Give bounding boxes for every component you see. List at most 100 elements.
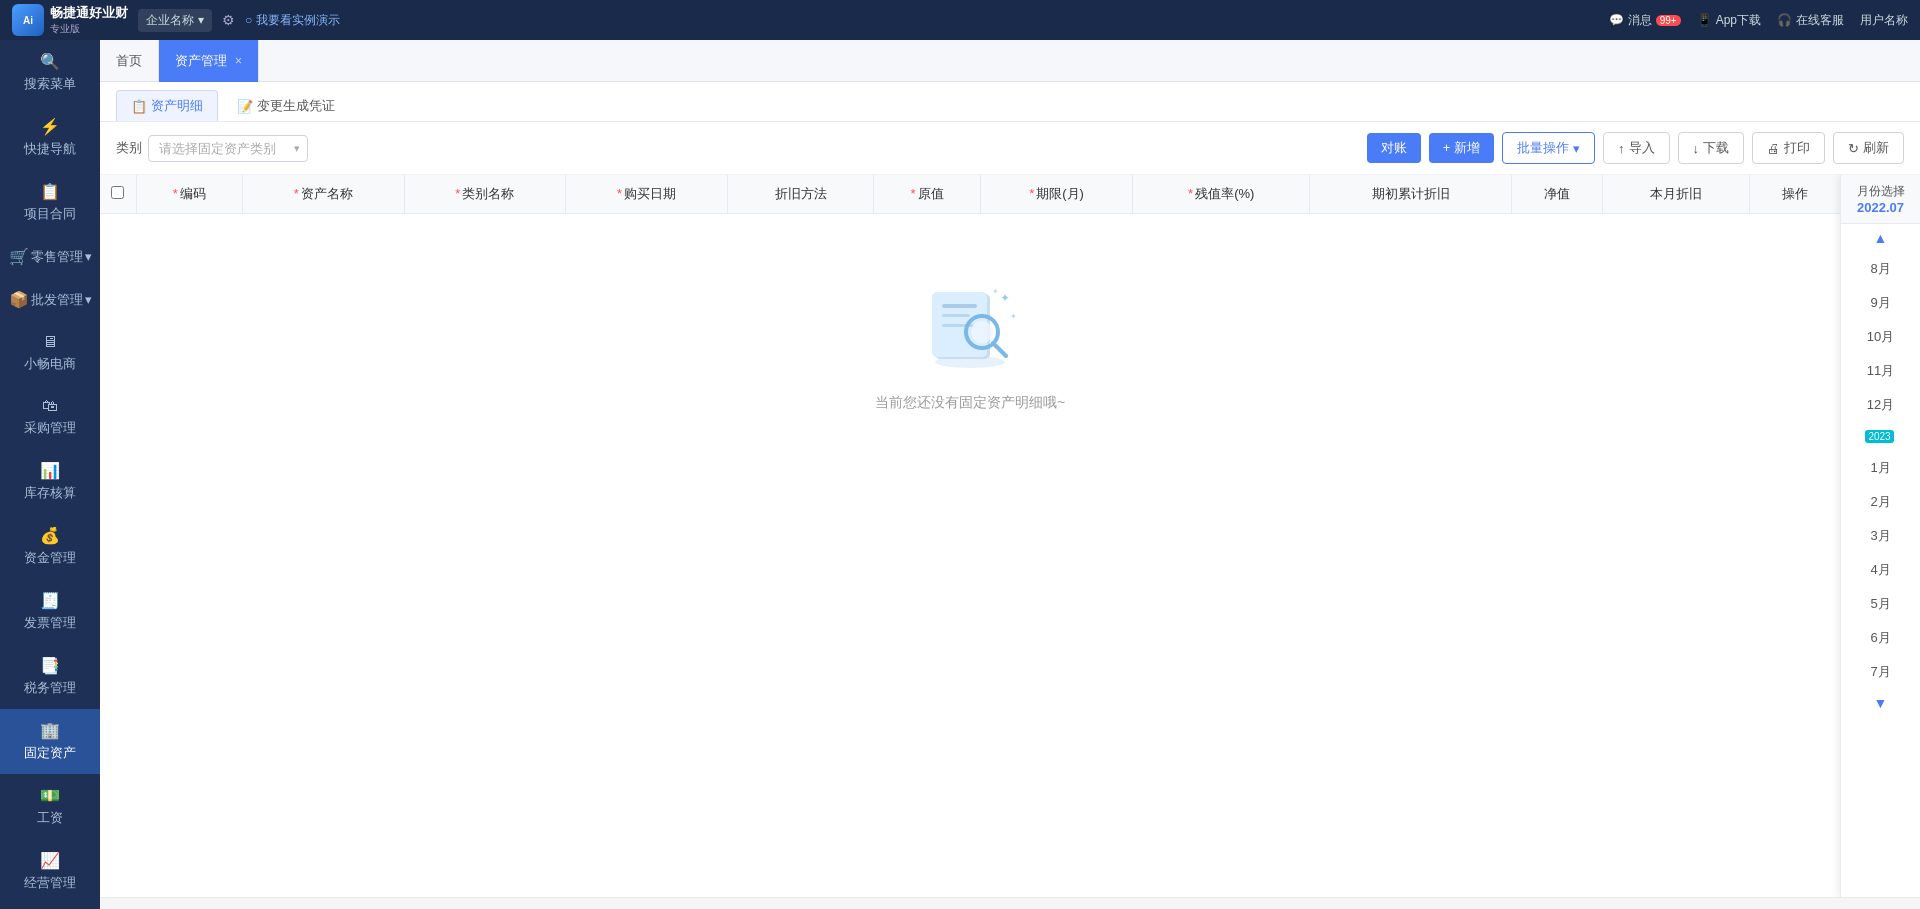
print-button[interactable]: 🖨 打印 xyxy=(1752,132,1825,164)
month-item-9[interactable]: 9月 xyxy=(1841,286,1920,320)
col-name: *资产名称 xyxy=(242,175,404,214)
sidebar-item-ecommerce[interactable]: 🖥 小畅电商 xyxy=(0,321,100,385)
page-content: 📋 资产明细 📝 变更生成凭证 类别 请选择固定资产类别 ▾ xyxy=(100,82,1920,909)
sidebar-item-project[interactable]: 📋 项目合同 xyxy=(0,170,100,235)
sidebar-item-inventory[interactable]: 📊 库存核算 xyxy=(0,449,100,514)
sidebar-item-fixed-assets[interactable]: 🏢 固定资产 xyxy=(0,709,100,774)
tab-home[interactable]: 首页 xyxy=(100,40,159,82)
table-header-row: *编码 *资产名称 *类别名称 *购买日期 xyxy=(100,175,1840,214)
month-prev-button[interactable]: ▲ xyxy=(1870,228,1892,248)
search-icon: 🔍 xyxy=(40,52,60,71)
messages-button[interactable]: 💬 消息 99+ xyxy=(1609,12,1681,29)
month-2023-4[interactable]: 4月 xyxy=(1841,553,1920,587)
logo-icon: Ai xyxy=(12,4,44,36)
sub-tab-bar: 📋 资产明细 📝 变更生成凭证 xyxy=(100,82,1920,122)
month-next-button[interactable]: ▼ xyxy=(1870,693,1892,713)
month-2023-7[interactable]: 7月 xyxy=(1841,655,1920,689)
tab-bar: 首页 资产管理 × xyxy=(100,40,1920,82)
col-check xyxy=(100,175,136,214)
receipt-icon: 🧾 xyxy=(40,591,60,610)
top-bar-right: 💬 消息 99+ 📱 App下载 🎧 在线客服 用户名称 xyxy=(1609,12,1908,29)
col-original-value: *原值 xyxy=(874,175,980,214)
trend-icon: 📈 xyxy=(40,851,60,870)
flash-icon: ⚡ xyxy=(40,117,60,136)
sidebar-item-wholesale[interactable]: 📦 批发管理 ▾ xyxy=(0,278,100,321)
tab-close-icon[interactable]: × xyxy=(235,54,242,68)
month-2023-6[interactable]: 6月 xyxy=(1841,621,1920,655)
building-icon: 🏢 xyxy=(40,721,60,740)
app-logo: Ai 畅捷通好业财 专业版 xyxy=(12,4,128,36)
tab-asset-mgmt[interactable]: 资产管理 × xyxy=(159,40,259,82)
month-panel-title: 月份选择 2022.07 xyxy=(1841,175,1920,224)
month-2023-1[interactable]: 1月 xyxy=(1841,451,1920,485)
sidebar-item-ledger[interactable]: 📒 总账管理 xyxy=(0,904,100,909)
svg-rect-3 xyxy=(942,304,977,308)
month-item-11[interactable]: 11月 xyxy=(1841,354,1920,388)
chevron-down-icon: ▾ xyxy=(1573,141,1580,156)
app-edition: 专业版 xyxy=(50,22,128,36)
content-area: 首页 资产管理 × 📋 资产明细 📝 变更生成凭证 xyxy=(100,40,1920,909)
category-select-wrapper: 请选择固定资产类别 ▾ xyxy=(148,135,308,162)
toolbar: 类别 请选择固定资产类别 ▾ 对账 + 新增 批量操作 ▾ xyxy=(100,122,1920,175)
svg-text:✦: ✦ xyxy=(1010,312,1017,321)
svg-line-8 xyxy=(993,343,1006,356)
col-purchase-date: *购买日期 xyxy=(566,175,728,214)
month-item-10[interactable]: 10月 xyxy=(1841,320,1920,354)
demo-circle-icon: ○ xyxy=(245,13,252,27)
sidebar-item-tax[interactable]: 📑 税务管理 xyxy=(0,644,100,709)
year-2023-badge-row: 2023 xyxy=(1841,422,1920,451)
add-button[interactable]: + 新增 xyxy=(1429,133,1494,163)
sidebar-item-purchase[interactable]: 🛍 采购管理 xyxy=(0,385,100,449)
table-body: ✦ ✦ ✦ 当前您还没有固定资产明细哦~ xyxy=(100,214,1840,473)
month-2023-5[interactable]: 5月 xyxy=(1841,587,1920,621)
download-button[interactable]: ↓ 下载 xyxy=(1678,132,1745,164)
sidebar-item-invoice[interactable]: 🧾 发票管理 xyxy=(0,579,100,644)
assets-table: *编码 *资产名称 *类别名称 *购买日期 xyxy=(100,175,1840,472)
table-area: *编码 *资产名称 *类别名称 *购买日期 xyxy=(100,175,1840,897)
settings-icon[interactable]: ⚙ xyxy=(222,12,235,28)
sidebar-item-quick-nav[interactable]: ⚡ 快捷导航 xyxy=(0,105,100,170)
list-icon: 📋 xyxy=(131,99,147,114)
sub-tab-change-voucher[interactable]: 📝 变更生成凭证 xyxy=(222,90,350,121)
sidebar-item-operations[interactable]: 📈 经营管理 xyxy=(0,839,100,904)
app-name: 畅捷通好业财 xyxy=(50,4,128,22)
sub-tab-asset-detail[interactable]: 📋 资产明细 xyxy=(116,90,218,121)
sidebar-item-search[interactable]: 🔍 搜索菜单 xyxy=(0,40,100,105)
company-selector[interactable]: 企业名称 ▾ xyxy=(138,9,212,32)
empty-cell: ✦ ✦ ✦ 当前您还没有固定资产明细哦~ xyxy=(100,214,1840,473)
category-select[interactable]: 请选择固定资产类别 xyxy=(148,135,308,162)
top-bar: Ai 畅捷通好业财 专业版 企业名称 ▾ ⚙ ○ 我要看实例演示 💬 消息 99… xyxy=(0,0,1920,40)
message-icon: 💬 xyxy=(1609,13,1624,27)
import-button[interactable]: ↑ 导入 xyxy=(1603,132,1670,164)
wage-icon: 💵 xyxy=(40,786,60,805)
user-info[interactable]: 用户名称 xyxy=(1860,12,1908,29)
refresh-button[interactable]: ↻ 刷新 xyxy=(1833,132,1904,164)
empty-row: ✦ ✦ ✦ 当前您还没有固定资产明细哦~ xyxy=(100,214,1840,473)
sidebar-item-payroll[interactable]: 💵 工资 xyxy=(0,774,100,839)
svg-point-7 xyxy=(971,321,993,343)
svg-text:✦: ✦ xyxy=(1000,291,1010,305)
refresh-icon: ↻ xyxy=(1848,141,1859,156)
reconcile-button[interactable]: 对账 xyxy=(1367,133,1421,163)
batch-button[interactable]: 批量操作 ▾ xyxy=(1502,132,1595,164)
month-2023-2[interactable]: 2月 xyxy=(1841,485,1920,519)
toolbar-right: 对账 + 新增 批量操作 ▾ ↑ 导入 ↓ 下载 🖨 xyxy=(1367,132,1904,164)
sidebar-item-retail[interactable]: 🛒 零售管理 ▾ xyxy=(0,235,100,278)
col-monthly-depreciation: 本月折旧 xyxy=(1603,175,1750,214)
month-item-8[interactable]: 8月 xyxy=(1841,252,1920,286)
select-all-checkbox[interactable] xyxy=(111,186,124,199)
col-operation: 操作 xyxy=(1750,175,1840,214)
month-2023-3[interactable]: 3月 xyxy=(1841,519,1920,553)
month-nav-up: ▲ xyxy=(1841,224,1920,252)
category-label: 类别 xyxy=(116,139,142,157)
demo-button[interactable]: ○ 我要看实例演示 xyxy=(245,12,340,29)
chevron-down-icon: ▾ xyxy=(85,292,92,307)
service-button[interactable]: 🎧 在线客服 xyxy=(1777,12,1844,29)
sidebar-item-finance[interactable]: 💰 资金管理 xyxy=(0,514,100,579)
app-download-button[interactable]: 📱 App下载 xyxy=(1697,12,1761,29)
horizontal-scrollbar[interactable] xyxy=(100,897,1920,909)
month-item-12[interactable]: 12月 xyxy=(1841,388,1920,422)
company-name: 企业名称 xyxy=(146,12,194,29)
monitor-icon: 🖥 xyxy=(42,333,58,351)
year-badge: 2023 xyxy=(1865,430,1893,443)
